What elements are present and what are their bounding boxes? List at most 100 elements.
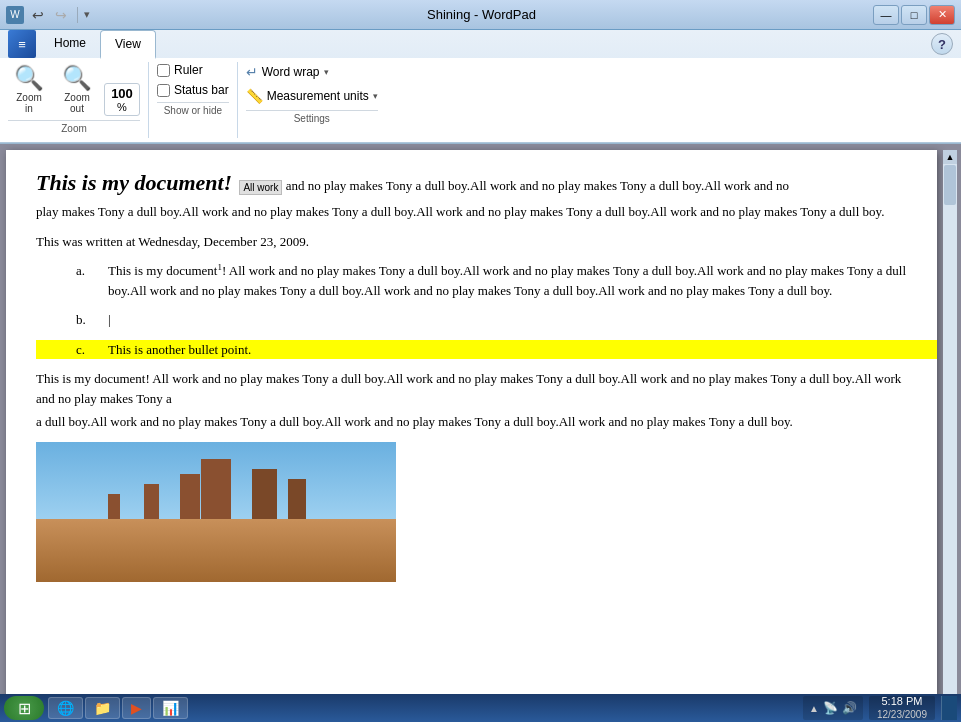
word-wrap-label: Word wrap bbox=[262, 65, 320, 79]
ribbon-content: 🔍 Zoom in 🔍 Zoom out 100 % Zoom bbox=[0, 58, 961, 143]
help-button[interactable]: ? bbox=[931, 33, 953, 55]
word-wrap-arrow: ▾ bbox=[324, 67, 329, 77]
all-work-badge: All work bbox=[239, 180, 282, 195]
scroll-up-button[interactable]: ▲ bbox=[943, 150, 957, 164]
settings-items: ↵ Word wrap ▾ 📏 Measurement units ▾ bbox=[246, 62, 378, 106]
presentation-icon: 📊 bbox=[162, 700, 179, 716]
start-icon: ⊞ bbox=[18, 699, 31, 718]
taskbar-items: 🌐 📁 ▶ 📊 bbox=[48, 697, 188, 719]
bullet-list: a. This is my document1! All work and no… bbox=[36, 261, 907, 359]
ribbon: ≡ Home View ? 🔍 Zoom in 🔍 Zoom out bbox=[0, 30, 961, 144]
explorer-icon: 📁 bbox=[94, 700, 111, 716]
rock-4 bbox=[144, 484, 159, 519]
tray-hide-arrow[interactable]: ▲ bbox=[809, 703, 819, 714]
undo-button[interactable]: ↩ bbox=[28, 5, 48, 25]
document-title: This is my document! bbox=[36, 170, 232, 195]
zoom-percent-symbol: % bbox=[117, 101, 127, 113]
ruler-checkbox[interactable] bbox=[157, 64, 170, 77]
zoom-percent-number: 100 bbox=[111, 86, 133, 101]
ribbon-group-zoom: 🔍 Zoom in 🔍 Zoom out 100 % Zoom bbox=[0, 62, 149, 138]
bullet-b-cursor: | bbox=[108, 310, 111, 330]
para-1: play makes Tony a dull boy.All work and … bbox=[36, 202, 907, 222]
word-wrap-icon: ↵ bbox=[246, 64, 258, 80]
clock-time: 5:18 PM bbox=[881, 695, 922, 708]
start-button[interactable]: ⊞ bbox=[4, 696, 44, 720]
zoom-controls: 🔍 Zoom in 🔍 Zoom out 100 % bbox=[8, 62, 140, 116]
ruler-label: Ruler bbox=[174, 63, 203, 77]
main-area: This is my document! All work and no pla… bbox=[0, 144, 961, 718]
title-bar: W ↩ ↪ ▾ Shining - WordPad — □ ✕ bbox=[0, 0, 961, 30]
window-title: Shining - WordPad bbox=[90, 7, 873, 22]
media-icon: ▶ bbox=[131, 700, 142, 716]
tray-icon-volume[interactable]: 🔊 bbox=[842, 701, 857, 715]
taskbar-item-presentation[interactable]: 📊 bbox=[153, 697, 188, 719]
redo-button[interactable]: ↪ bbox=[51, 5, 71, 25]
ruler-checkbox-item[interactable]: Ruler bbox=[157, 62, 229, 78]
clock-display[interactable]: 5:18 PM 12/23/2009 bbox=[869, 696, 935, 720]
settings-group-label: Settings bbox=[246, 110, 378, 124]
taskbar-item-ie[interactable]: 🌐 bbox=[48, 697, 83, 719]
app-icon: W bbox=[6, 6, 24, 24]
bullet-item-c: c. This is another bullet point. bbox=[36, 340, 937, 360]
status-bar-checkbox[interactable] bbox=[157, 84, 170, 97]
taskbar-right: ▲ 📡 🔊 5:18 PM 12/23/2009 bbox=[803, 696, 957, 720]
zoom-in-icon: 🔍 bbox=[14, 64, 44, 92]
tray-icon-network: 📡 bbox=[823, 701, 838, 715]
document-area[interactable]: This is my document! All work and no pla… bbox=[6, 150, 937, 712]
taskbar: ⊞ 🌐 📁 ▶ 📊 ▲ 📡 🔊 5:18 PM 12/23/2009 bbox=[0, 694, 961, 722]
rock-6 bbox=[108, 494, 120, 519]
zoom-percent-button[interactable]: 100 % bbox=[104, 83, 140, 116]
tab-view[interactable]: View bbox=[100, 30, 156, 59]
zoom-group-label: Zoom bbox=[8, 120, 140, 134]
system-tray: ▲ 📡 🔊 bbox=[803, 696, 863, 720]
status-bar-label: Status bar bbox=[174, 83, 229, 97]
scroll-track bbox=[943, 164, 957, 698]
zoom-in-button[interactable]: 🔍 Zoom in bbox=[8, 62, 50, 116]
rock-3 bbox=[252, 469, 277, 519]
separator bbox=[77, 7, 78, 23]
bullet-c-label: c. bbox=[76, 340, 100, 360]
close-button[interactable]: ✕ bbox=[929, 5, 955, 25]
show-hide-group-label: Show or hide bbox=[157, 102, 229, 116]
measurement-icon: 📏 bbox=[246, 88, 263, 104]
measurement-arrow: ▾ bbox=[373, 91, 378, 101]
zoom-in-label: Zoom bbox=[16, 92, 42, 103]
window-controls: — □ ✕ bbox=[873, 5, 955, 25]
vertical-scrollbar[interactable]: ▲ ▼ bbox=[943, 150, 957, 712]
rock-5 bbox=[288, 479, 306, 519]
app-menu-button[interactable]: ≡ bbox=[8, 30, 36, 58]
zoom-out-icon: 🔍 bbox=[62, 64, 92, 92]
show-hide-items: Ruler Status bar bbox=[157, 62, 229, 98]
bullet-b-label: b. bbox=[76, 310, 100, 330]
minimize-button[interactable]: — bbox=[873, 5, 899, 25]
rock-1 bbox=[201, 459, 231, 519]
zoom-out-label: Zoom bbox=[64, 92, 90, 103]
word-wrap-dropdown[interactable]: ↵ Word wrap ▾ bbox=[246, 62, 378, 82]
title-bar-left: W ↩ ↪ ▾ bbox=[6, 5, 90, 25]
ground-area bbox=[36, 519, 396, 582]
rock-2 bbox=[180, 474, 200, 519]
landscape-image bbox=[36, 442, 396, 582]
measurement-units-dropdown[interactable]: 📏 Measurement units ▾ bbox=[246, 86, 378, 106]
taskbar-item-explorer[interactable]: 📁 bbox=[85, 697, 120, 719]
document-title-line: This is my document! All work and no pla… bbox=[36, 170, 907, 196]
bullet-c-text: This is another bullet point. bbox=[108, 340, 251, 360]
ribbon-tabs: ≡ Home View bbox=[0, 30, 164, 58]
measurement-units-label: Measurement units bbox=[267, 89, 369, 103]
maximize-button[interactable]: □ bbox=[901, 5, 927, 25]
bullet-item-a: a. This is my document1! All work and no… bbox=[76, 261, 907, 300]
para-4: a dull boy.All work and no play makes To… bbox=[36, 412, 907, 432]
taskbar-item-media[interactable]: ▶ bbox=[122, 697, 151, 719]
ribbon-group-settings: ↵ Word wrap ▾ 📏 Measurement units ▾ Sett… bbox=[238, 62, 386, 138]
document-wrapper: This is my document! All work and no pla… bbox=[0, 144, 961, 718]
scroll-thumb[interactable] bbox=[944, 165, 956, 205]
ribbon-group-show-hide: Ruler Status bar Show or hide bbox=[149, 62, 238, 138]
clock-date: 12/23/2009 bbox=[877, 709, 927, 721]
show-desktop-button[interactable] bbox=[941, 696, 957, 720]
bullet-a-label: a. bbox=[76, 261, 100, 300]
para-3: This is my document! All work and no pla… bbox=[36, 369, 907, 408]
tab-home[interactable]: Home bbox=[40, 30, 100, 58]
status-bar-checkbox-item[interactable]: Status bar bbox=[157, 82, 229, 98]
ie-icon: 🌐 bbox=[57, 700, 74, 716]
zoom-out-button[interactable]: 🔍 Zoom out bbox=[56, 62, 98, 116]
